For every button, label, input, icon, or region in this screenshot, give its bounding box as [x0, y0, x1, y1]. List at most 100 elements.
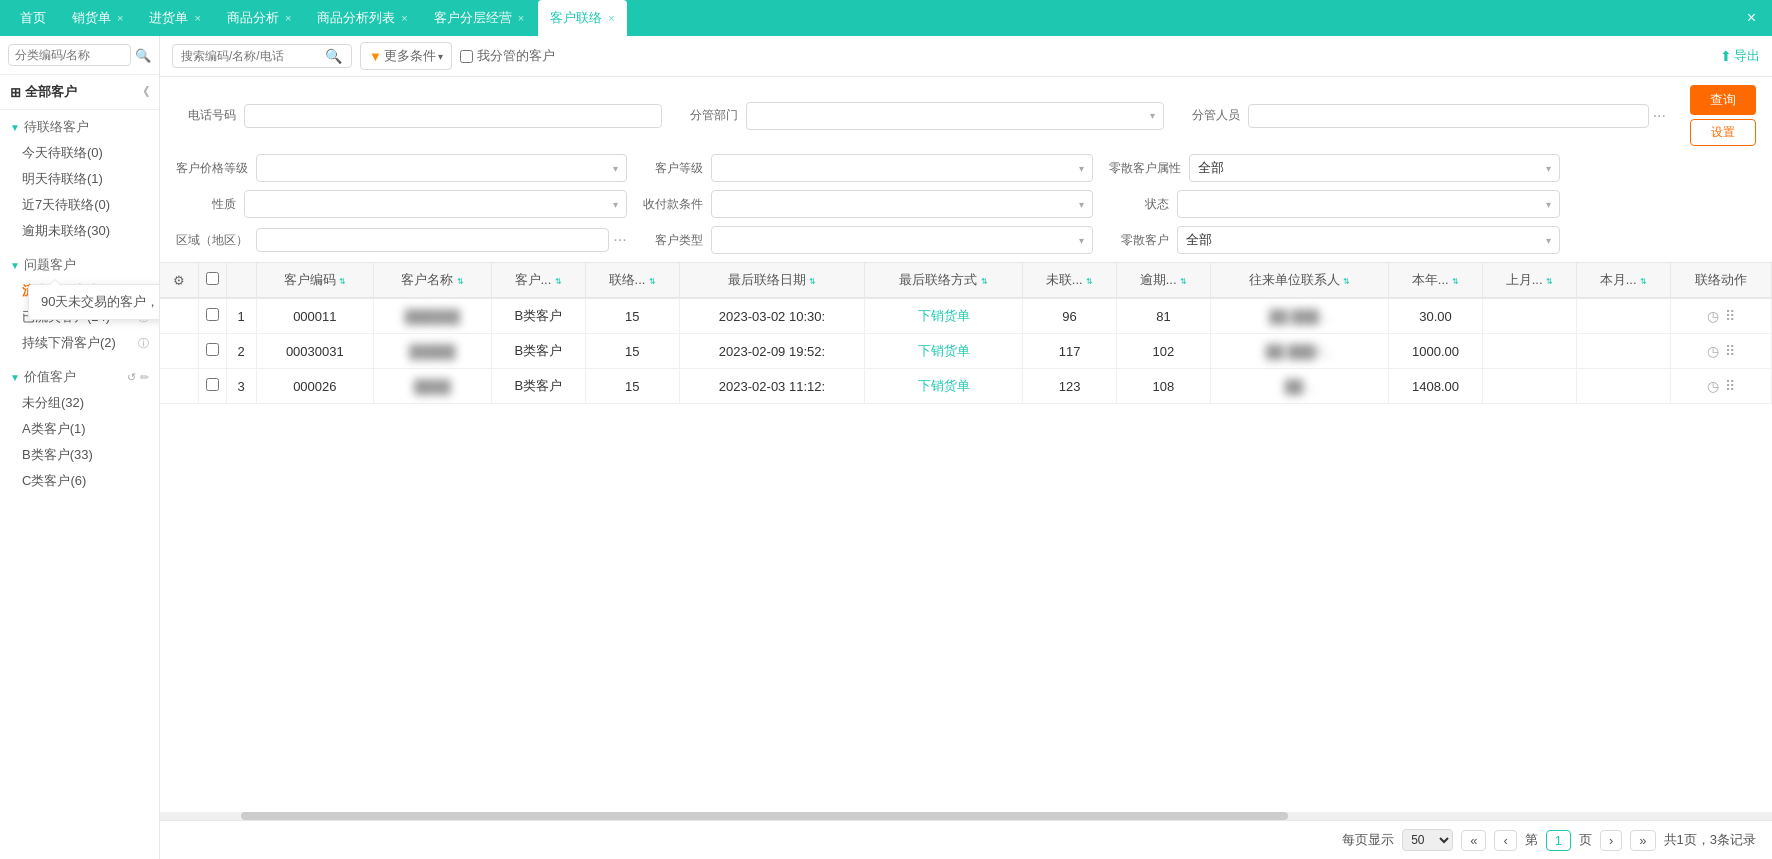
tab-customer-segmentation[interactable]: 客户分层经营 ×	[422, 0, 536, 36]
sidebar-search-icon[interactable]: 🔍	[135, 48, 151, 63]
row-checkbox[interactable]	[206, 378, 219, 391]
input-person[interactable]	[1248, 104, 1649, 128]
tab-customer-contact[interactable]: 客户联络 ×	[538, 0, 626, 36]
sort-year[interactable]: ⇅	[1452, 277, 1459, 286]
next-page-btn[interactable]: ›	[1600, 830, 1622, 851]
contact-icon[interactable]: ◷	[1707, 308, 1719, 324]
edit-icon[interactable]: ✏	[140, 371, 149, 384]
tab-home[interactable]: 首页	[8, 0, 58, 36]
select-retail-customer[interactable]: 全部 ▾	[1177, 226, 1560, 254]
last-method-link[interactable]: 下销货单	[918, 343, 970, 358]
select-status[interactable]: ▾	[1177, 190, 1560, 218]
sort-last-method[interactable]: ⇅	[981, 277, 988, 286]
select-payment[interactable]: ▾	[711, 190, 1094, 218]
select-customer-type[interactable]: ▾	[711, 226, 1094, 254]
sidebar-problem-header[interactable]: ▼ 问题客户	[0, 252, 159, 278]
sidebar-item-7days[interactable]: 近7天待联络(0)	[0, 192, 159, 218]
sort-uncontacted[interactable]: ⇅	[1086, 277, 1093, 286]
person-dots-btn[interactable]: ···	[1653, 107, 1666, 125]
sidebar-item-class-b[interactable]: B类客户(33)	[0, 442, 159, 468]
sort-overdue[interactable]: ⇅	[1180, 277, 1187, 286]
tab-product-analysis-list[interactable]: 商品分析列表 ×	[305, 0, 419, 36]
th-contact[interactable]: 联络... ⇅	[585, 263, 679, 298]
contact-icon[interactable]: ◷	[1707, 343, 1719, 359]
th-this-year[interactable]: 本年... ⇅	[1389, 263, 1483, 298]
more-actions-icon[interactable]: ⠿	[1725, 378, 1735, 394]
th-name[interactable]: 客户名称 ⇅	[374, 263, 492, 298]
close-contact-tab[interactable]: ×	[608, 12, 614, 24]
more-conditions-btn[interactable]: ▼ 更多条件 ▾	[360, 42, 452, 70]
tab-purchase[interactable]: 进货单 ×	[137, 0, 212, 36]
input-region[interactable]	[256, 228, 609, 252]
sidebar-collapse-icon[interactable]: 《	[137, 84, 149, 101]
th-level[interactable]: 客户... ⇅	[491, 263, 585, 298]
th-last-month[interactable]: 上月... ⇅	[1483, 263, 1577, 298]
th-overdue[interactable]: 逾期... ⇅	[1117, 263, 1211, 298]
th-settings[interactable]: ⚙	[160, 263, 198, 298]
sort-level[interactable]: ⇅	[555, 277, 562, 286]
sort-code[interactable]: ⇅	[339, 277, 346, 286]
sort-name[interactable]: ⇅	[457, 277, 464, 286]
last-page-btn[interactable]: »	[1630, 830, 1655, 851]
sort-unit[interactable]: ⇅	[1343, 277, 1350, 286]
last-method-link[interactable]: 下销货单	[918, 308, 970, 323]
sidebar-pending-header[interactable]: ▼ 待联络客户	[0, 114, 159, 140]
sidebar-search-input[interactable]	[8, 44, 131, 66]
more-actions-icon[interactable]: ⠿	[1725, 308, 1735, 324]
th-this-month[interactable]: 本月... ⇅	[1576, 263, 1670, 298]
close-sales-tab[interactable]: ×	[117, 12, 123, 24]
th-last-date[interactable]: 最后联络日期 ⇅	[679, 263, 864, 298]
sort-contact[interactable]: ⇅	[649, 277, 656, 286]
first-page-btn[interactable]: «	[1461, 830, 1486, 851]
my-customers-filter[interactable]: 我分管的客户	[460, 47, 555, 65]
select-customer-level[interactable]: ▾	[711, 154, 1094, 182]
all-customers-item[interactable]: ⊞ 全部客户 《	[0, 75, 159, 110]
close-product-list-tab[interactable]: ×	[401, 12, 407, 24]
per-page-select[interactable]: 50 100 200	[1402, 829, 1453, 851]
sort-last-date[interactable]: ⇅	[809, 277, 816, 286]
th-last-method[interactable]: 最后联络方式 ⇅	[865, 263, 1023, 298]
tab-sales[interactable]: 销货单 ×	[60, 0, 135, 36]
th-code[interactable]: 客户编码 ⇅	[256, 263, 374, 298]
settings-button[interactable]: 设置	[1690, 119, 1756, 146]
my-customers-checkbox[interactable]	[460, 50, 473, 63]
th-uncontacted[interactable]: 未联... ⇅	[1023, 263, 1117, 298]
refresh-icon[interactable]: ↺	[127, 371, 136, 384]
row-checkbox[interactable]	[206, 343, 219, 356]
close-purchase-tab[interactable]: ×	[194, 12, 200, 24]
select-dept[interactable]: ▾	[746, 102, 1164, 130]
th-unit-contact[interactable]: 往来单位联系人 ⇅	[1210, 263, 1388, 298]
select-all-checkbox[interactable]	[206, 272, 219, 285]
more-actions-icon[interactable]: ⠿	[1725, 343, 1735, 359]
sort-this-month[interactable]: ⇅	[1640, 277, 1647, 286]
last-method-link[interactable]: 下销货单	[918, 378, 970, 393]
sidebar-item-class-c[interactable]: C类客户(6)	[0, 468, 159, 494]
tab-product-analysis[interactable]: 商品分析 ×	[215, 0, 303, 36]
input-phone[interactable]	[244, 104, 662, 128]
sidebar-value-header[interactable]: ▼ 价值客户 ↺ ✏	[0, 364, 159, 390]
close-product-analysis-tab[interactable]: ×	[285, 12, 291, 24]
contact-icon[interactable]: ◷	[1707, 378, 1719, 394]
table-settings-icon[interactable]: ⚙	[173, 273, 185, 288]
horizontal-scrollbar[interactable]	[160, 812, 1772, 820]
query-button[interactable]: 查询	[1690, 85, 1756, 115]
close-all-tabs[interactable]: ×	[1739, 9, 1764, 27]
sidebar-item-overdue[interactable]: 逾期未联络(30)	[0, 218, 159, 244]
sort-last-month[interactable]: ⇅	[1546, 277, 1553, 286]
main-search-input[interactable]	[181, 49, 321, 63]
export-button[interactable]: ⬆ 导出	[1720, 47, 1760, 65]
region-dots-btn[interactable]: ···	[613, 231, 626, 249]
row-checkbox[interactable]	[206, 308, 219, 321]
sidebar-item-class-a[interactable]: A类客户(1)	[0, 416, 159, 442]
select-nature[interactable]: ▾	[244, 190, 627, 218]
sidebar-item-declining[interactable]: 持续下滑客户(2) ⓘ	[0, 330, 159, 356]
sidebar-item-ungrouped[interactable]: 未分组(32)	[0, 390, 159, 416]
select-retail-attr[interactable]: 全部 ▾	[1189, 154, 1560, 182]
sidebar-item-tomorrow[interactable]: 明天待联络(1)	[0, 166, 159, 192]
select-price-level[interactable]: ▾	[256, 154, 627, 182]
prev-page-btn[interactable]: ‹	[1494, 830, 1516, 851]
close-segmentation-tab[interactable]: ×	[518, 12, 524, 24]
info-icon-declining[interactable]: ⓘ	[138, 336, 149, 351]
sidebar-item-today[interactable]: 今天待联络(0)	[0, 140, 159, 166]
main-search-icon[interactable]: 🔍	[325, 48, 342, 64]
